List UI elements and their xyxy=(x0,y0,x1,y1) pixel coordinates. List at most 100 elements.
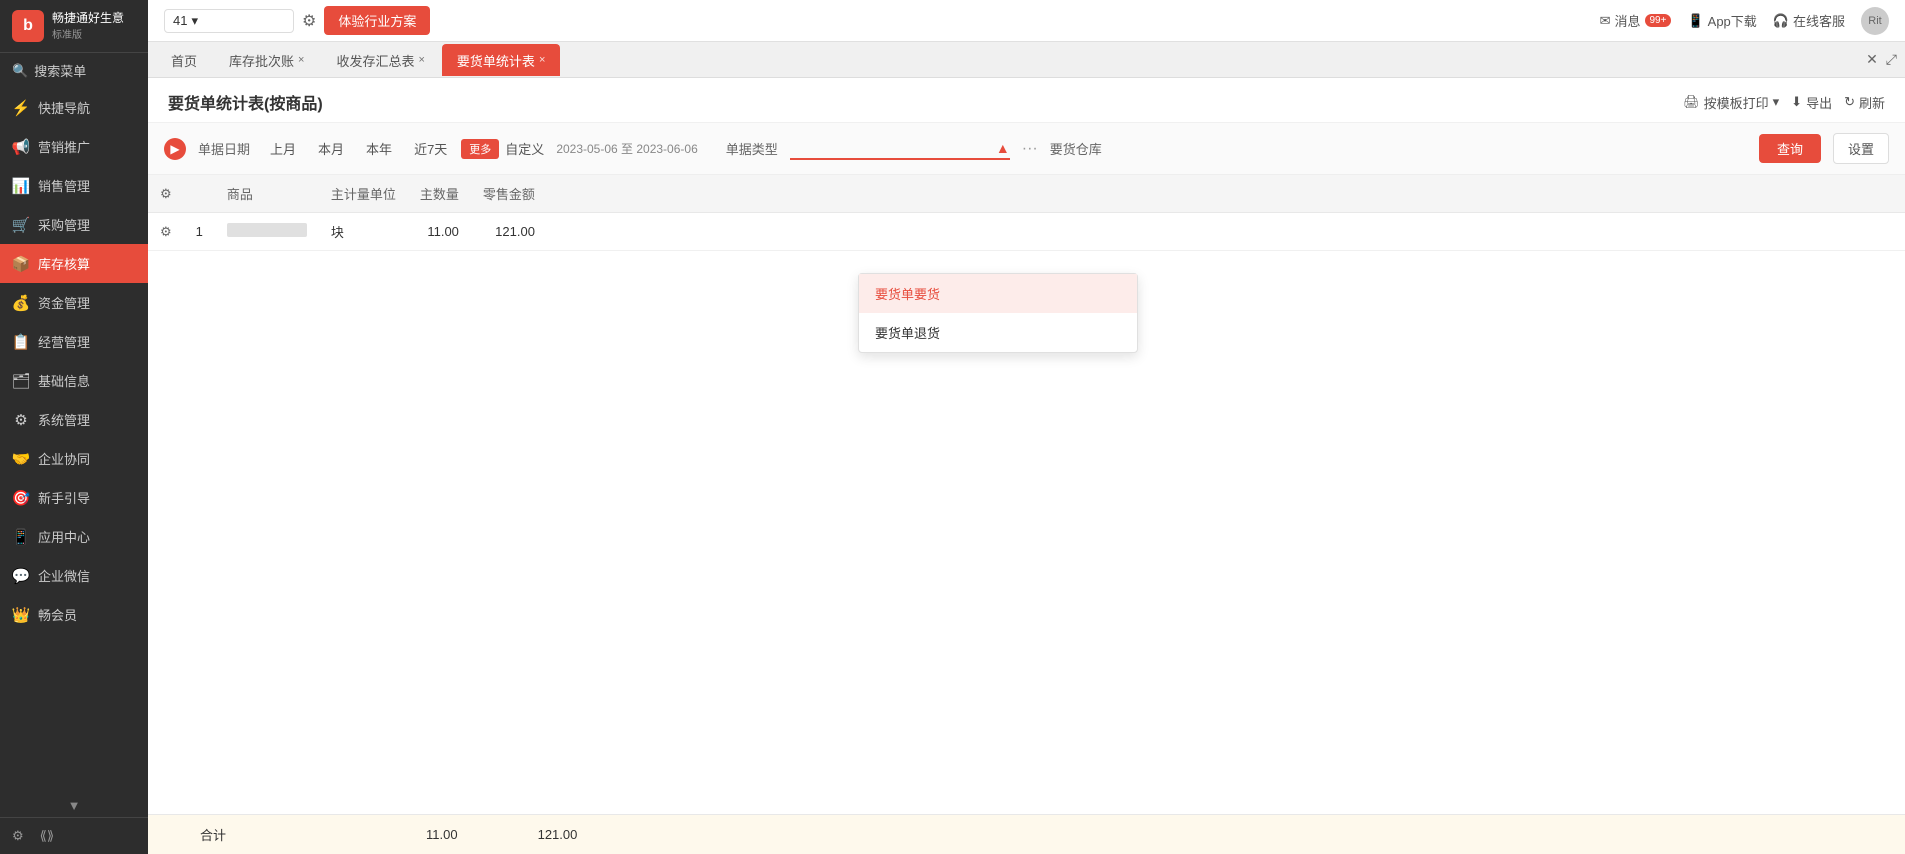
print-icon: 🖨 xyxy=(1683,94,1700,110)
logo-sub: 标准版 xyxy=(52,26,124,41)
messages-badge: 99+ xyxy=(1645,14,1672,27)
date-btn-this-year[interactable]: 本年 xyxy=(358,136,400,161)
nav-icon-vip: 👑 xyxy=(12,606,30,624)
dropdown-item-purchase-order[interactable]: 要货单要货 xyxy=(859,274,1137,313)
tab-order-summary[interactable]: 要货单统计表 × xyxy=(442,44,560,76)
page-title: 要货单统计表(按商品) xyxy=(168,90,323,114)
nav-label-wechat: 企业微信 xyxy=(38,566,90,585)
table-wrap: ⚙ 商品 主计量单位 主数量 零售金额 ⚙ 1 块 11.00 121.00 xyxy=(148,175,1905,814)
row-quantity-0: 11.00 xyxy=(408,213,471,251)
logo-icon: b xyxy=(12,10,44,42)
nav-label-sales: 销售管理 xyxy=(38,176,90,195)
sidebar-scroll-down[interactable]: ▼ xyxy=(0,794,148,817)
support-item[interactable]: 🎧 在线客服 xyxy=(1773,11,1845,30)
date-filter-group: 上月 本月 本年 近7天 更多 自定义 xyxy=(262,136,544,161)
row-product-0 xyxy=(215,213,319,251)
print-button[interactable]: 🖨 按模板打印 ▾ xyxy=(1683,93,1779,112)
sidebar-item-enterprise[interactable]: 🤝企业协同 xyxy=(0,439,148,478)
warehouse-filter-label: 要货仓库 xyxy=(1050,139,1102,158)
nav-label-guide: 新手引导 xyxy=(38,488,90,507)
type-dropdown: 要货单要货 要货单退货 xyxy=(858,273,1138,353)
table-header-row: ⚙ 商品 主计量单位 主数量 零售金额 xyxy=(148,175,1905,213)
dropdown-item-purchase-return[interactable]: 要货单退货 xyxy=(859,313,1137,352)
setup-button[interactable]: 设置 xyxy=(1833,133,1889,164)
sidebar-item-sales[interactable]: 📊 销售管理 xyxy=(0,166,148,205)
type-filter-chevron-icon[interactable]: ▲ xyxy=(996,140,1010,156)
sidebar-item-finance[interactable]: 💰资金管理 xyxy=(0,283,148,322)
user-avatar[interactable]: Rit xyxy=(1861,7,1889,35)
col-quantity: 主数量 xyxy=(408,175,471,213)
logo-text: 畅捷通好生意 xyxy=(52,11,124,27)
row-index-0: 1 xyxy=(184,213,215,251)
topbar-settings-icon[interactable]: ⚙ xyxy=(302,11,316,31)
sidebar-item-marketing[interactable]: 📢营销推广 xyxy=(0,127,148,166)
col-amount: 零售金额 xyxy=(471,175,547,213)
nav-icon-marketing: 📢 xyxy=(12,138,30,156)
app-download-label: App下载 xyxy=(1708,11,1757,30)
sidebar-item-operations[interactable]: 📋经营管理 xyxy=(0,322,148,361)
type-filter-input[interactable] xyxy=(790,137,996,158)
date-btn-hot[interactable]: 更多 xyxy=(461,139,499,159)
sidebar-search[interactable]: 🔍 搜索菜单 xyxy=(0,53,148,88)
more-filter-btn[interactable]: ··· xyxy=(1022,140,1038,158)
search-icon: 🔍 xyxy=(12,63,28,79)
tab-label-receive-summary: 收发存汇总表 xyxy=(336,51,414,70)
col-index xyxy=(184,175,215,213)
footer-quantity: 11.00 xyxy=(426,827,458,842)
collapse-icon[interactable]: ⟪⟫ xyxy=(40,828,54,844)
sidebar-item-basic[interactable]: 🗂基础信息 xyxy=(0,361,148,400)
sidebar-item-vip[interactable]: 👑畅会员 xyxy=(0,595,148,634)
row-settings-0[interactable]: ⚙ xyxy=(148,213,184,251)
sidebar-item-wechat[interactable]: 💬企业微信 xyxy=(0,556,148,595)
sidebar-item-purchase[interactable]: 🛒采购管理 xyxy=(0,205,148,244)
sidebar-item-shortcuts[interactable]: ⚡快捷导航 xyxy=(0,88,148,127)
date-btn-last-7-days[interactable]: 近7天 xyxy=(406,136,455,161)
tab-close-receive-summary[interactable]: × xyxy=(418,54,424,66)
footer-total-label: 合计 xyxy=(160,825,226,844)
sidebar-item-system[interactable]: ⚙ 系统管理 xyxy=(0,400,148,439)
close-all-icon[interactable]: ✕ xyxy=(1866,51,1878,68)
nav-icon-inventory: 📦 xyxy=(12,255,30,273)
nav-label-enterprise: 企业协同 xyxy=(38,449,90,468)
tab-label-order-summary: 要货单统计表 xyxy=(457,51,535,70)
tab-home[interactable]: 首页 xyxy=(156,44,212,76)
date-filter-label: 单据日期 xyxy=(198,139,250,158)
date-btn-prev-month[interactable]: 上月 xyxy=(262,136,304,161)
query-button[interactable]: 查询 xyxy=(1759,134,1821,163)
date-btn-this-month[interactable]: 本月 xyxy=(310,136,352,161)
col-settings[interactable]: ⚙ xyxy=(148,175,184,213)
content: 要货单统计表(按商品) 🖨 按模板打印 ▾ ⬇ 导出 ↻ 刷新 ▶ xyxy=(148,78,1905,854)
trial-button[interactable]: 体验行业方案 xyxy=(324,6,430,35)
date-custom-btn[interactable]: 自定义 xyxy=(505,139,544,158)
tab-label-home: 首页 xyxy=(171,51,197,70)
expand-filter-button[interactable]: ▶ xyxy=(164,138,186,160)
export-button[interactable]: ⬇ 导出 xyxy=(1791,93,1832,112)
nav-label-operations: 经营管理 xyxy=(38,332,90,351)
nav-icon-sales: 📊 xyxy=(12,177,30,195)
refresh-icon: ↻ xyxy=(1844,94,1855,110)
table-footer: 合计 11.00 121.00 xyxy=(148,814,1905,854)
tab-receive-summary[interactable]: 收发存汇总表 × xyxy=(321,44,439,76)
refresh-button[interactable]: ↻ 刷新 xyxy=(1844,93,1885,112)
settings-icon[interactable]: ⚙ xyxy=(12,828,24,844)
tabbar-actions: ✕ ⤢ xyxy=(1866,51,1897,68)
nav-icon-apps: 📱 xyxy=(12,528,30,546)
tenant-selector[interactable]: 41 ▾ xyxy=(164,9,294,33)
sidebar-footer: ⚙ ⟪⟫ xyxy=(0,817,148,854)
tab-close-order-summary[interactable]: × xyxy=(539,54,545,66)
sidebar-item-apps[interactable]: 📱应用中心 xyxy=(0,517,148,556)
tab-stock-batch[interactable]: 库存批次账 × xyxy=(214,44,319,76)
search-label: 搜索菜单 xyxy=(34,61,86,80)
main-area: 41 ▾ ⚙ 体验行业方案 ✉ 消息 99+ 📱 App下载 🎧 在线客服 Ri… xyxy=(148,0,1905,854)
sidebar: b 畅捷通好生意 标准版 🔍 搜索菜单 ⚡快捷导航📢营销推广 📊 销售管理 🛒采购管理… xyxy=(0,0,148,854)
app-download-item[interactable]: 📱 App下载 xyxy=(1687,11,1756,30)
sidebar-nav: ⚡快捷导航📢营销推广 📊 销售管理 🛒采购管理📦库存核算💰资金管理📋经营管理🗂基础信息… xyxy=(0,88,148,794)
tab-close-stock-batch[interactable]: × xyxy=(298,54,304,66)
sidebar-item-guide[interactable]: 🎯新手引导 xyxy=(0,478,148,517)
tenant-dropdown-icon: ▾ xyxy=(191,13,198,29)
expand-tabbar-icon[interactable]: ⤢ xyxy=(1886,51,1897,68)
messages-item[interactable]: ✉ 消息 99+ xyxy=(1600,11,1672,30)
nav-label-system: 系统管理 xyxy=(38,410,90,429)
sidebar-item-inventory[interactable]: 📦库存核算 xyxy=(0,244,148,283)
nav-icon-system: ⚙ xyxy=(12,411,30,429)
